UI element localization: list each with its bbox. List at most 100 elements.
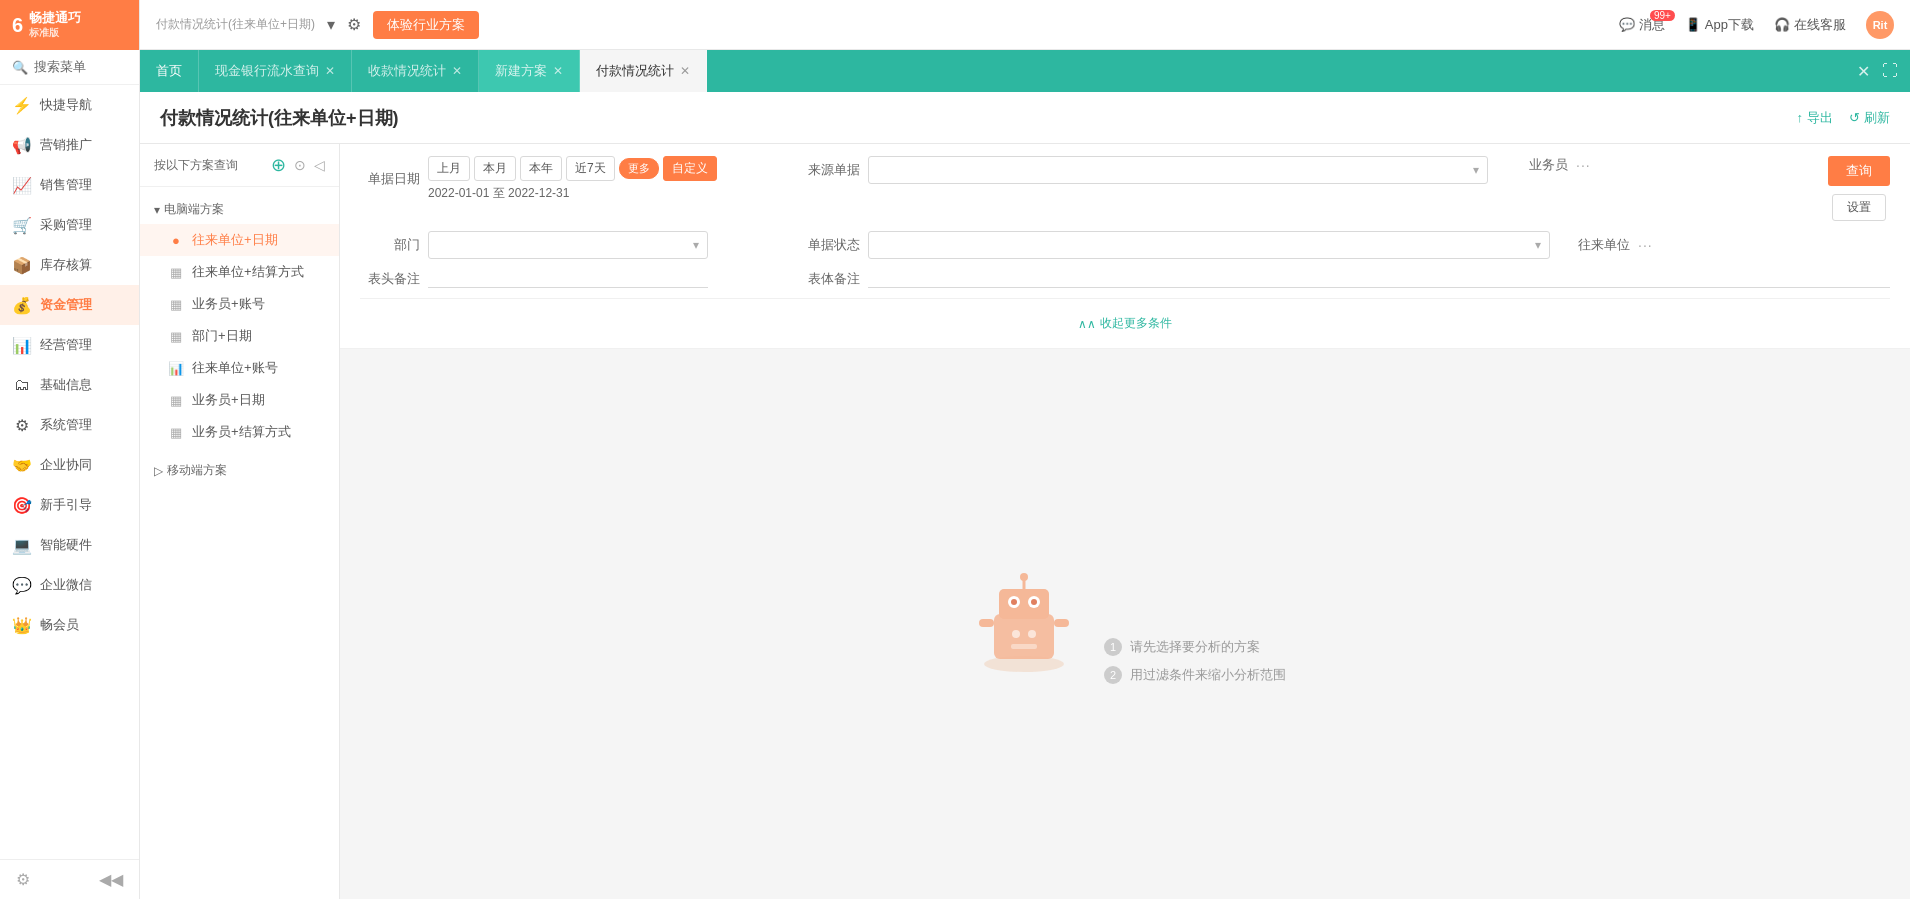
app-download-btn[interactable]: 📱 App下载 <box>1685 16 1754 34</box>
sidebar-item-basic-info[interactable]: 🗂 基础信息 <box>0 365 139 405</box>
staff-dots[interactable]: ··· <box>1576 157 1591 173</box>
scheme-staff-date[interactable]: ▦ 业务员+日期 <box>140 384 339 416</box>
marketing-icon: 📢 <box>12 135 32 155</box>
filter-source-col: 来源单据 ▾ <box>800 156 1488 184</box>
date-btn-this-year[interactable]: 本年 <box>520 156 562 181</box>
scheme-staff-settlement-label: 业务员+结算方式 <box>192 423 291 441</box>
search-label: 搜索菜单 <box>34 58 86 76</box>
date-label: 单据日期 <box>360 170 420 188</box>
messages-btn[interactable]: 💬 消息 99+ <box>1619 16 1665 34</box>
sidebar-item-guide[interactable]: 🎯 新手引导 <box>0 485 139 525</box>
export-btn[interactable]: ↑ 导出 <box>1797 109 1834 127</box>
sidebar-item-system[interactable]: ⚙ 系统管理 <box>0 405 139 445</box>
inventory-icon: 📦 <box>12 255 32 275</box>
scheme-header-label: 按以下方案查询 <box>154 157 238 174</box>
refresh-btn[interactable]: ↺ 刷新 <box>1849 109 1890 127</box>
tab-home-label: 首页 <box>156 62 182 80</box>
tab-new-scheme[interactable]: 新建方案 ✕ <box>479 50 580 92</box>
scheme-staff-account[interactable]: ▦ 业务员+账号 <box>140 288 339 320</box>
query-actions: 查询 设置 <box>1828 156 1890 221</box>
svg-point-6 <box>1031 599 1037 605</box>
tab-home[interactable]: 首页 <box>140 50 199 92</box>
mobile-scheme-group[interactable]: ▷ 移动端方案 <box>140 456 339 485</box>
status-label: 单据状态 <box>800 236 860 254</box>
empty-illustration-area: 1 请先选择要分析的方案 2 用过滤条件来缩小分析范围 <box>964 564 1286 684</box>
source-dropdown-icon: ▾ <box>1473 163 1479 177</box>
sidebar-item-purchase[interactable]: 🛒 采购管理 <box>0 205 139 245</box>
tab-new-scheme-close-icon[interactable]: ✕ <box>553 64 563 78</box>
tab-payments-close-icon[interactable]: ✕ <box>680 64 690 78</box>
scheme-settings-icon[interactable]: ⊙ <box>294 157 306 173</box>
sidebar-item-inventory[interactable]: 📦 库存核算 <box>0 245 139 285</box>
scheme-counterpart-settlement[interactable]: ▦ 往来单位+结算方式 <box>140 256 339 288</box>
scheme-staff-settlement[interactable]: ▦ 业务员+结算方式 <box>140 416 339 448</box>
topbar-gear-icon[interactable]: ⚙ <box>347 15 361 34</box>
dept-select[interactable]: ▾ <box>428 231 708 259</box>
tip-num-1: 1 <box>1104 638 1122 656</box>
counterpart-label: 往来单位 <box>1570 236 1630 254</box>
message-icon: 💬 <box>1619 17 1635 32</box>
scheme-counterpart-account[interactable]: 📊 往来单位+账号 <box>140 352 339 384</box>
scheme-collapse-icon[interactable]: ◁ <box>314 157 325 173</box>
scheme-dept-date[interactable]: ▦ 部门+日期 <box>140 320 339 352</box>
sidebar-label-purchase: 采购管理 <box>40 216 92 234</box>
tab-expand-icon[interactable]: ⛶ <box>1882 62 1898 80</box>
hardware-icon: 💻 <box>12 535 32 555</box>
sidebar-label-finance: 资金管理 <box>40 296 92 314</box>
tab-bank-flow-close-icon[interactable]: ✕ <box>325 64 335 78</box>
finance-icon: 💰 <box>12 295 32 315</box>
sidebar-label-basic-info: 基础信息 <box>40 376 92 394</box>
sidebar-item-wechat[interactable]: 💬 企业微信 <box>0 565 139 605</box>
filter-body-note-col: 表体备注 <box>800 269 1890 288</box>
export-icon: ↑ <box>1797 110 1804 125</box>
sidebar-item-vip[interactable]: 👑 畅会员 <box>0 605 139 645</box>
sidebar-item-sales[interactable]: 📈 销售管理 <box>0 165 139 205</box>
sidebar-item-hardware[interactable]: 💻 智能硬件 <box>0 525 139 565</box>
topbar: 付款情况统计(往来单位+日期) ▾ ⚙ 体验行业方案 💬 消息 99+ 📱 Ap… <box>140 0 1910 50</box>
tab-receipts-close-icon[interactable]: ✕ <box>452 64 462 78</box>
collapse-sidebar-icon[interactable]: ◀◀ <box>99 870 123 889</box>
sidebar-search[interactable]: 🔍 搜索菜单 <box>0 50 139 85</box>
scheme-table-icon-4: ▦ <box>168 392 184 408</box>
sidebar-item-marketing[interactable]: 📢 营销推广 <box>0 125 139 165</box>
trial-btn[interactable]: 体验行业方案 <box>373 11 479 39</box>
sidebar-item-enterprise[interactable]: 🤝 企业协同 <box>0 445 139 485</box>
source-select[interactable]: ▾ <box>868 156 1488 184</box>
breadcrumb-dropdown-icon[interactable]: ▾ <box>327 15 335 34</box>
scheme-counterpart-date[interactable]: ● 往来单位+日期 <box>140 224 339 256</box>
header-note-input[interactable] <box>428 269 708 288</box>
sidebar-item-quick-nav[interactable]: ⚡ 快捷导航 <box>0 85 139 125</box>
scheme-add-icon[interactable]: ⊕ <box>271 154 286 176</box>
date-btn-this-month[interactable]: 本月 <box>474 156 516 181</box>
filter-section: 单据日期 上月 本月 本年 近7天 更多 自定义 2022-01-01 至 20… <box>340 144 1910 349</box>
mobile-group-label: 移动端方案 <box>167 462 227 479</box>
filter-status-col: 单据状态 ▾ <box>800 231 1550 259</box>
date-btn-custom[interactable]: 自定义 <box>663 156 717 181</box>
body-note-input[interactable] <box>868 269 1890 288</box>
tab-close-all-icon[interactable]: ✕ <box>1857 62 1870 81</box>
svg-point-8 <box>1020 573 1028 581</box>
settings-bottom-icon[interactable]: ⚙ <box>16 870 30 889</box>
counterpart-dots[interactable]: ··· <box>1638 237 1653 253</box>
tab-receipts[interactable]: 收款情况统计 ✕ <box>352 50 479 92</box>
sidebar-item-operations[interactable]: 📊 经营管理 <box>0 325 139 365</box>
tab-bank-flow[interactable]: 现金银行流水查询 ✕ <box>199 50 352 92</box>
app-name: 畅捷通巧 <box>29 10 81 26</box>
date-btn-last-month[interactable]: 上月 <box>428 156 470 181</box>
scheme-chart-icon-1: 📊 <box>168 360 184 376</box>
online-service-btn[interactable]: 🎧 在线客服 <box>1774 16 1846 34</box>
date-btn-7days[interactable]: 近7天 <box>566 156 615 181</box>
setting-btn[interactable]: 设置 <box>1832 194 1886 221</box>
collapse-btn[interactable]: ∧∧ 收起更多条件 <box>1078 307 1172 340</box>
app-badge: 标准版 <box>29 26 81 40</box>
query-btn[interactable]: 查询 <box>1828 156 1890 186</box>
status-select[interactable]: ▾ <box>868 231 1550 259</box>
svg-point-5 <box>1011 599 1017 605</box>
tab-payments[interactable]: 付款情况统计 ✕ <box>580 50 707 92</box>
user-avatar[interactable]: Rit <box>1866 11 1894 39</box>
tip-text-1: 请先选择要分析的方案 <box>1130 638 1260 656</box>
sidebar-item-finance[interactable]: 💰 资金管理 <box>0 285 139 325</box>
pc-group-title[interactable]: ▾ 电脑端方案 <box>140 195 339 224</box>
date-btn-more[interactable]: 更多 <box>619 158 659 179</box>
scheme-dept-date-label: 部门+日期 <box>192 327 252 345</box>
